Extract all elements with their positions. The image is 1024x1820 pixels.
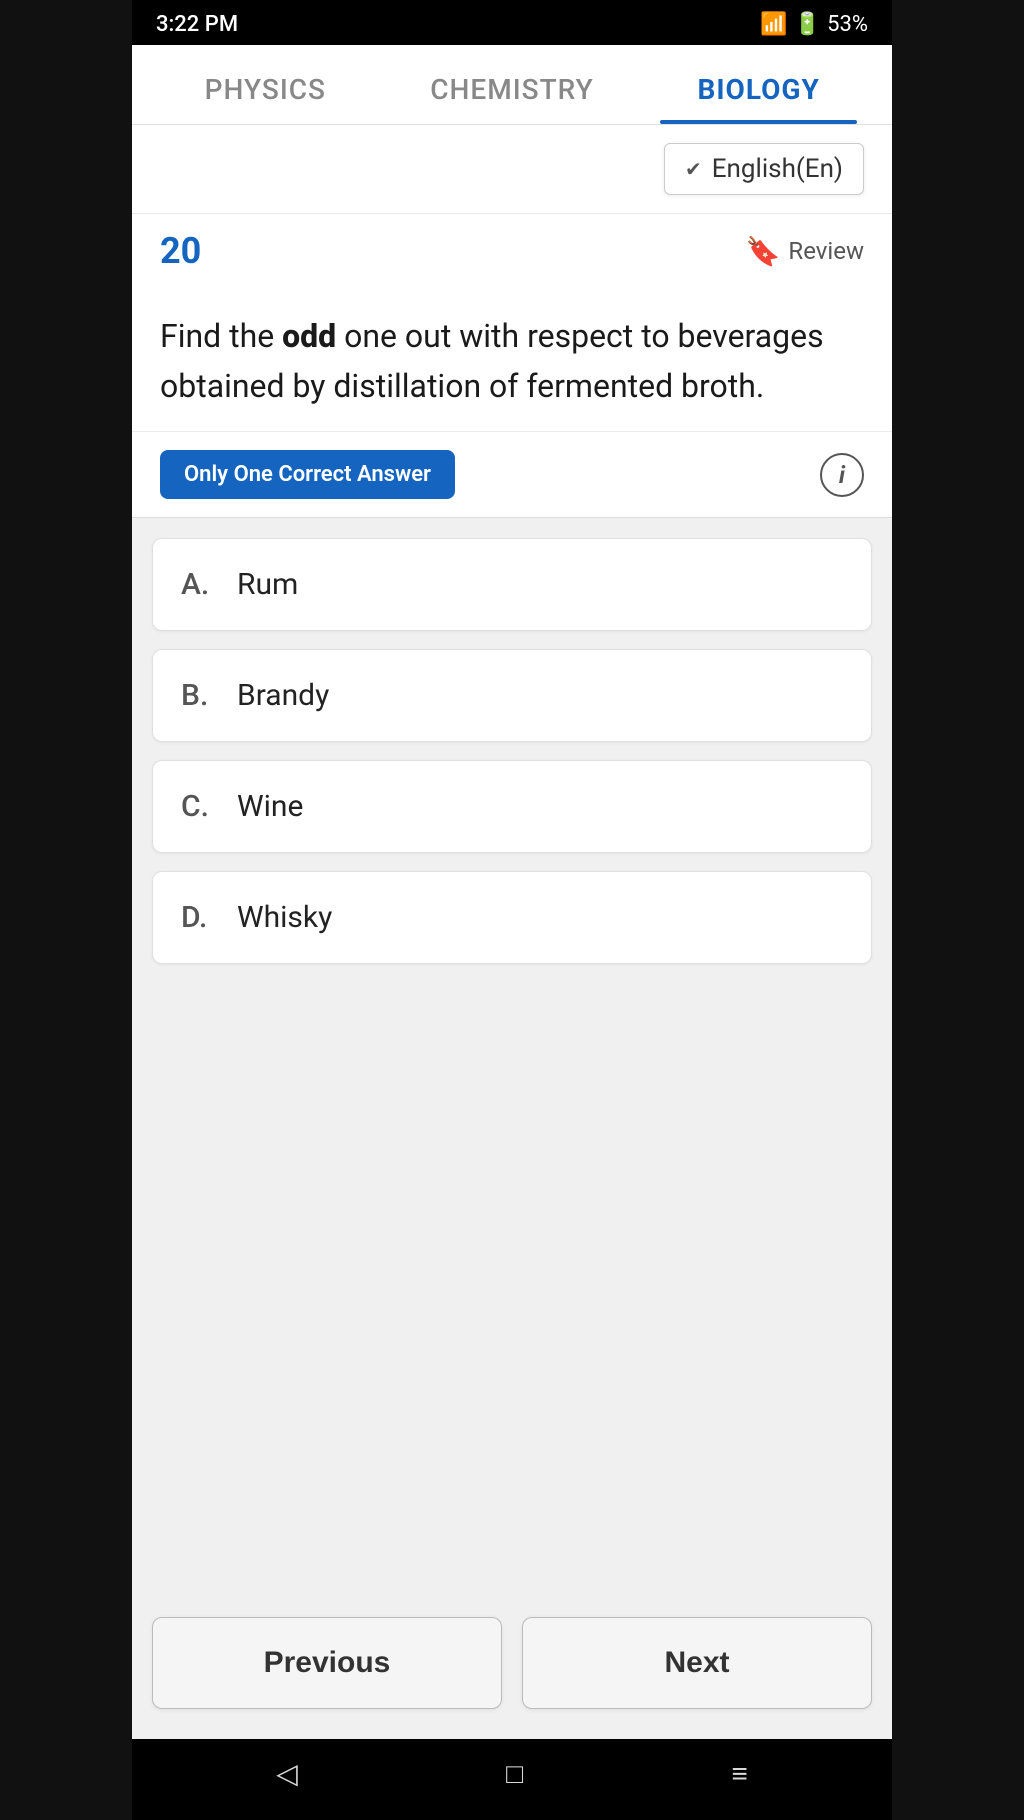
option-a[interactable]: A. Rum [152, 538, 872, 631]
question-num-row: 20 🔖 Review [132, 214, 892, 282]
status-battery: 📶 🔋 53% [760, 12, 868, 37]
question-number: 20 [160, 230, 201, 272]
option-d[interactable]: D. Whisky [152, 871, 872, 964]
tab-chemistry[interactable]: CHEMISTRY [389, 45, 636, 124]
language-dropdown[interactable]: ✔ English(En) [664, 143, 864, 195]
tab-bar: PHYSICS CHEMISTRY BIOLOGY [132, 45, 892, 125]
android-nav-bar [132, 1739, 892, 1820]
previous-button[interactable]: Previous [152, 1617, 502, 1709]
option-b-label: B. [181, 678, 217, 713]
option-d-text: Whisky [237, 900, 332, 935]
signal-icon: 📶 [760, 12, 787, 37]
option-c[interactable]: C. Wine [152, 760, 872, 853]
back-button[interactable] [276, 1757, 298, 1790]
tab-biology[interactable]: BIOLOGY [635, 45, 882, 124]
review-button[interactable]: 🔖 Review [746, 235, 864, 268]
nav-buttons: Previous Next [132, 1597, 892, 1739]
app-content: PHYSICS CHEMISTRY BIOLOGY ✔ English(En) … [132, 45, 892, 1739]
language-bar: ✔ English(En) [132, 125, 892, 214]
battery-percent: 53% [827, 12, 868, 37]
answer-type-row: Only One Correct Answer i [132, 431, 892, 517]
answer-type-badge[interactable]: Only One Correct Answer [160, 450, 455, 499]
battery-icon: 🔋 [794, 12, 821, 37]
options-area: A. Rum B. Brandy C. Wine D. Whisky [132, 518, 892, 1597]
status-time: 3:22 PM [156, 12, 238, 37]
review-label: Review [788, 237, 864, 265]
option-d-label: D. [181, 900, 217, 935]
next-button[interactable]: Next [522, 1617, 872, 1709]
status-bar: 3:22 PM 📶 🔋 53% [132, 0, 892, 45]
question-text: Find the odd one out with respect to bev… [160, 312, 864, 411]
info-icon[interactable]: i [820, 453, 864, 497]
bookmark-icon: 🔖 [746, 235, 781, 268]
home-button[interactable] [506, 1757, 523, 1790]
question-bold: odd [282, 317, 336, 355]
question-area: Find the odd one out with respect to bev… [132, 282, 892, 431]
tab-physics[interactable]: PHYSICS [142, 45, 389, 124]
option-c-label: C. [181, 789, 217, 824]
option-c-text: Wine [237, 789, 303, 824]
option-b[interactable]: B. Brandy [152, 649, 872, 742]
chevron-icon: ✔ [685, 157, 702, 181]
option-a-label: A. [181, 567, 217, 602]
recents-button[interactable] [731, 1757, 747, 1790]
option-a-text: Rum [237, 567, 298, 602]
phone-frame: 3:22 PM 📶 🔋 53% PHYSICS CHEMISTRY BIOLOG… [132, 0, 892, 1820]
language-label: English(En) [712, 154, 843, 184]
option-b-text: Brandy [237, 678, 329, 713]
